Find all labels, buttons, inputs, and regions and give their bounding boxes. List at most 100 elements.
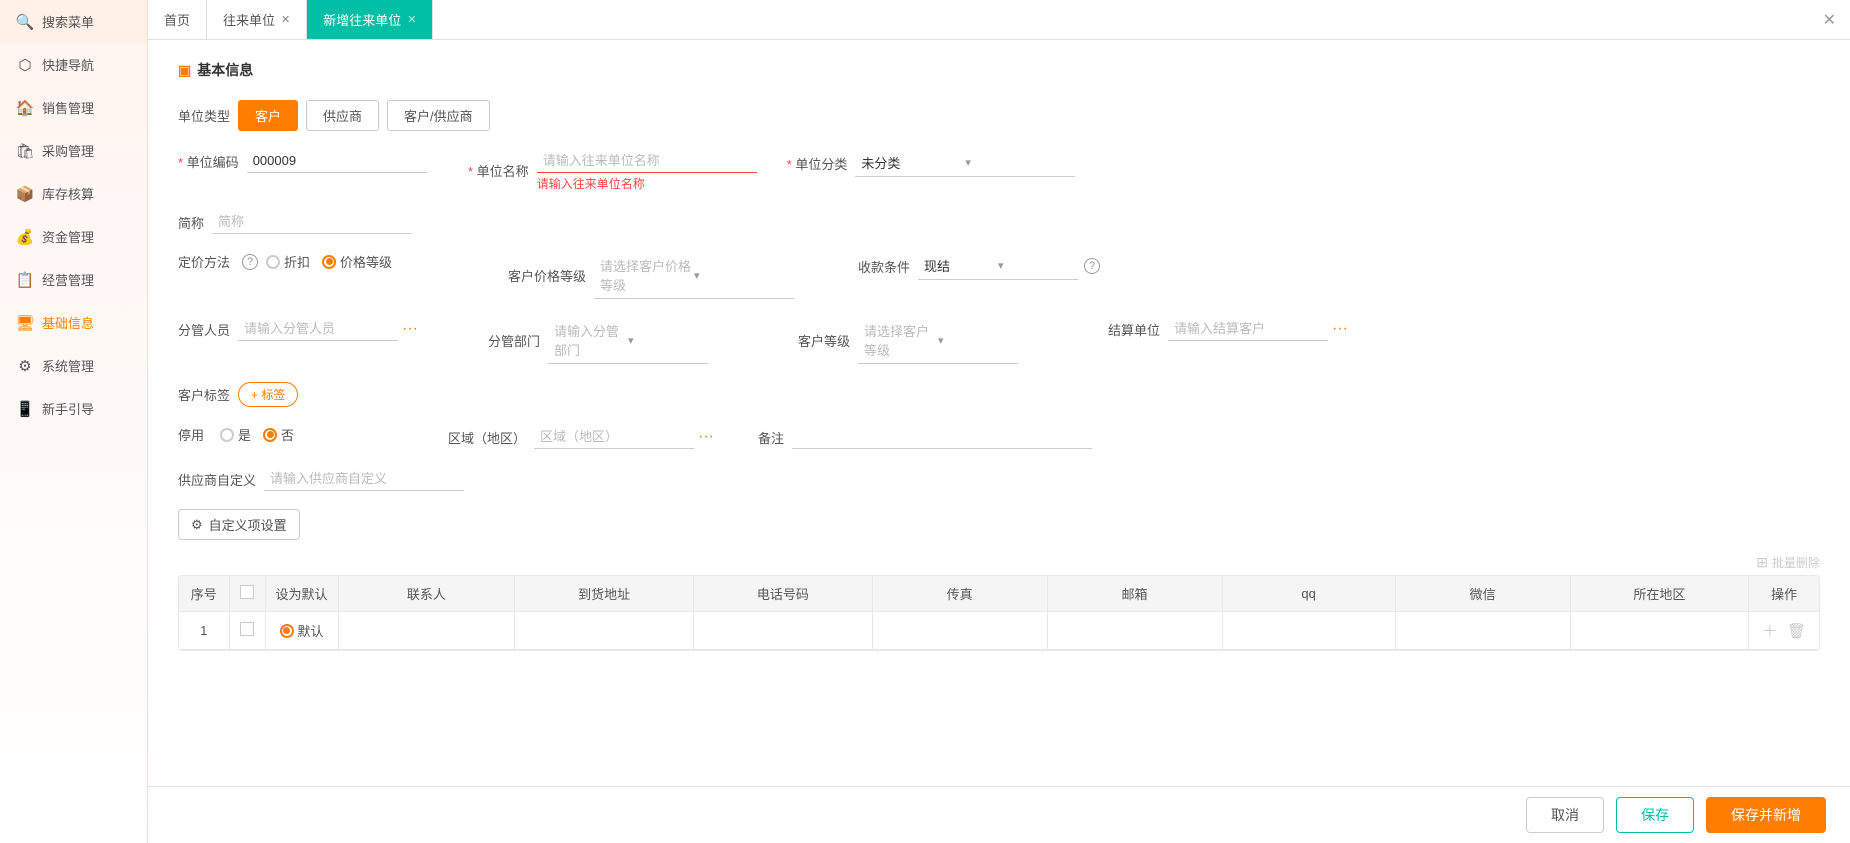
row-location-input[interactable] xyxy=(1581,623,1739,638)
row-wechat-input[interactable] xyxy=(1406,623,1560,638)
sidebar-item-label: 资金管理 xyxy=(42,227,94,246)
pricing-method-help[interactable]: ? xyxy=(242,254,258,270)
save-new-button[interactable]: 保存并新增 xyxy=(1706,797,1826,833)
row-contact-input[interactable] xyxy=(349,623,505,638)
sidebar-item-finance[interactable]: 💰 资金管理 xyxy=(0,215,147,258)
region-dots[interactable]: ··· xyxy=(698,428,714,446)
region-input[interactable] xyxy=(534,425,694,449)
customer-tag-add-btn[interactable]: + 标签 xyxy=(238,382,298,407)
row-email[interactable] xyxy=(1047,612,1222,650)
tab-contacts-close[interactable]: ✕ xyxy=(281,13,290,26)
sidebar-item-newguide[interactable]: 📱 新手引导 xyxy=(0,387,147,430)
abbreviation-input[interactable] xyxy=(212,210,412,234)
tabs-global-close[interactable]: ✕ xyxy=(1809,0,1850,39)
pricing-level-radio[interactable]: 价格等级 xyxy=(322,252,392,271)
manager-label: 分管人员 xyxy=(178,320,230,339)
sidebar-item-label: 快捷导航 xyxy=(42,55,94,74)
batch-delete-label[interactable]: 批量删除 xyxy=(1772,554,1820,571)
customer-price-level-select[interactable]: 请选择客户价格等级 ▾ xyxy=(594,252,794,299)
supplier-custom-input[interactable] xyxy=(264,467,464,491)
sidebar-item-inventory[interactable]: 📦 库存核算 xyxy=(0,172,147,215)
payment-terms-chevron: ▾ xyxy=(998,259,1072,272)
pricing-discount-radio[interactable]: 折扣 xyxy=(266,252,310,271)
sidebar-item-basic[interactable]: 🖥 基础信息 xyxy=(0,301,147,344)
pricing-method-radios: 折扣 价格等级 xyxy=(266,252,392,271)
sidebar-item-search[interactable]: 🔍 搜索菜单 xyxy=(0,0,147,43)
disabled-no-radio[interactable]: 否 xyxy=(263,425,294,444)
sidebar-item-operations[interactable]: 📋 经营管理 xyxy=(0,258,147,301)
unit-name-error: 请输入往来单位名称 xyxy=(537,175,757,192)
sidebar-item-system[interactable]: ⚙ 系统管理 xyxy=(0,344,147,387)
sidebar: 🔍 搜索菜单 ⬡ 快捷导航 🏠 销售管理 🛍 采购管理 📦 库存核算 💰 资金管… xyxy=(0,0,148,843)
col-location: 所在地区 xyxy=(1570,576,1749,612)
custom-settings-button[interactable]: ⚙ 自定义项设置 xyxy=(178,509,300,540)
unit-type-customer-btn[interactable]: 客户 xyxy=(238,100,298,131)
row-contact[interactable] xyxy=(338,612,515,650)
unit-name-input[interactable] xyxy=(537,149,757,173)
row-phone-input[interactable] xyxy=(704,623,862,638)
header-checkbox[interactable] xyxy=(240,585,254,599)
col-checkbox xyxy=(229,576,265,612)
row-fax-input[interactable] xyxy=(883,623,1037,638)
row-address-input[interactable] xyxy=(525,623,683,638)
manager-input[interactable] xyxy=(238,317,398,341)
abbreviation-label: 简称 xyxy=(178,213,204,232)
unit-category-select[interactable]: 未分类 ▾ xyxy=(855,149,1075,177)
row-checkbox xyxy=(229,612,265,650)
tag-btn-label: + 标签 xyxy=(251,386,285,403)
col-qq: qq xyxy=(1222,576,1395,612)
customer-level-select[interactable]: 请选择客户等级 ▾ xyxy=(858,317,1018,364)
sidebar-item-label: 搜索菜单 xyxy=(42,12,94,31)
form-group-customer-price-level: 客户价格等级 请选择客户价格等级 ▾ xyxy=(508,252,828,299)
tab-home[interactable]: 首页 xyxy=(148,0,207,39)
pricing-discount-circle xyxy=(266,255,280,269)
row-location[interactable] xyxy=(1570,612,1749,650)
payment-terms-help[interactable]: ? xyxy=(1084,258,1100,274)
settlement-unit-dots[interactable]: ··· xyxy=(1332,320,1348,338)
unit-type-both-btn[interactable]: 客户/供应商 xyxy=(387,100,490,131)
row-phone[interactable] xyxy=(694,612,873,650)
disabled-no-circle xyxy=(263,428,277,442)
sidebar-item-label: 采购管理 xyxy=(42,141,94,160)
unit-code-input[interactable] xyxy=(247,149,427,173)
unit-type-supplier-btn[interactable]: 供应商 xyxy=(306,100,379,131)
sidebar-item-label: 库存核算 xyxy=(42,184,94,203)
unit-code-label: 单位编码 xyxy=(178,152,239,171)
department-placeholder: 请输入分管部门 xyxy=(554,321,628,359)
tab-contacts[interactable]: 往来单位 ✕ xyxy=(207,0,307,39)
row-fax[interactable] xyxy=(872,612,1047,650)
sidebar-item-sales[interactable]: 🏠 销售管理 xyxy=(0,86,147,129)
manager-dots[interactable]: ··· xyxy=(402,320,418,338)
row-address[interactable] xyxy=(515,612,694,650)
row-qq-input[interactable] xyxy=(1233,623,1385,638)
customer-price-level-chevron: ▾ xyxy=(694,269,788,282)
sidebar-item-purchase[interactable]: 🛍 采购管理 xyxy=(0,129,147,172)
row-wechat[interactable] xyxy=(1395,612,1570,650)
batch-delete-icon: ⊞ xyxy=(1756,554,1768,571)
row-delete-btn[interactable]: 🗑 xyxy=(1787,623,1806,640)
form-group-disabled: 停用 是 否 xyxy=(178,425,418,444)
tab-new-contact-close[interactable]: ✕ xyxy=(407,13,416,26)
settlement-unit-input[interactable] xyxy=(1168,317,1328,341)
unit-category-chevron: ▾ xyxy=(965,156,1069,169)
form-group-unit-name: 单位名称 请输入往来单位名称 xyxy=(468,149,757,192)
save-button[interactable]: 保存 xyxy=(1616,797,1694,833)
row-default: 默认 xyxy=(265,612,338,650)
tab-new-contact[interactable]: 新增往来单位 ✕ xyxy=(307,0,433,39)
customer-level-label: 客户等级 xyxy=(798,331,850,350)
row-email-input[interactable] xyxy=(1058,623,1212,638)
sidebar-item-quicknav[interactable]: ⬡ 快捷导航 xyxy=(0,43,147,86)
newguide-icon: 📱 xyxy=(16,400,34,418)
sidebar-item-label: 系统管理 xyxy=(42,356,94,375)
payment-terms-select[interactable]: 现结 ▾ xyxy=(918,252,1078,280)
form-row-customer-tag: 客户标签 + 标签 xyxy=(178,382,1820,407)
remark-input[interactable] xyxy=(792,425,1092,449)
department-select[interactable]: 请输入分管部门 ▾ xyxy=(548,317,708,364)
disabled-yes-radio[interactable]: 是 xyxy=(220,425,251,444)
row-default-radio[interactable]: 默认 xyxy=(276,621,328,640)
row-add-btn[interactable]: ＋ xyxy=(1762,623,1777,640)
row-qq[interactable] xyxy=(1222,612,1395,650)
row-1-checkbox[interactable] xyxy=(240,622,254,636)
cancel-button[interactable]: 取消 xyxy=(1526,797,1604,833)
customer-level-placeholder: 请选择客户等级 xyxy=(864,321,938,359)
